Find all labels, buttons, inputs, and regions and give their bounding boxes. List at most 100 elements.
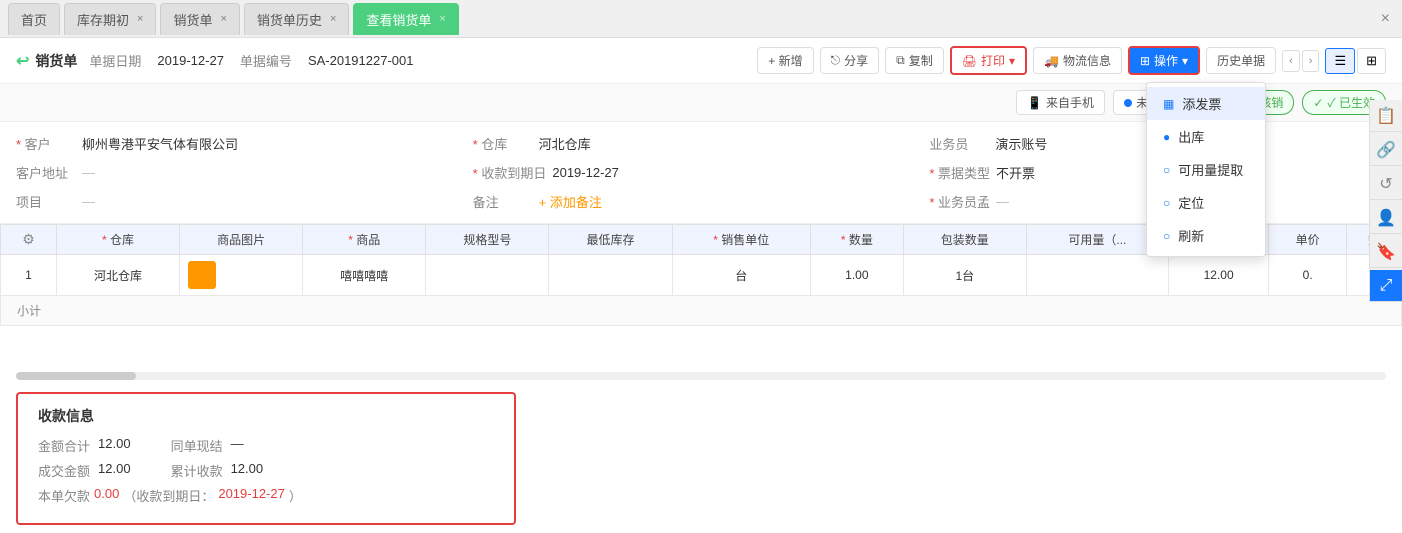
print-button[interactable]: 🖨 打印 ▾ [950,46,1027,75]
doc-title: ↩ 销货单 [16,51,77,71]
tab-sales-close[interactable]: × [220,13,226,25]
share-icon: ⎋ [831,53,841,68]
tab-sales[interactable]: 销货单 × [160,3,239,35]
total-amount-value: 12.00 [98,436,131,455]
ops-button[interactable]: ⊞ 操作 ▾ [1128,46,1200,75]
view-list-button[interactable]: ☰ [1325,48,1355,74]
ticket-dot-icon [1124,99,1132,107]
tab-home[interactable]: 首页 [8,3,60,35]
available-icon: ○ [1163,163,1170,177]
copy-icon: ⧉ [896,53,905,68]
product-image [188,261,216,289]
logistics-label: 物流信息 [1063,52,1111,69]
ops-item-outstock[interactable]: ● 出库 [1147,120,1265,153]
balance-value: 0.00 [94,486,119,505]
right-icon-panel: 📋 🔗 ↺ 👤 🔖 ⤢ [1369,100,1402,302]
available-label: 可用量提取 [1178,160,1243,179]
right-icon-4[interactable]: 👤 [1370,202,1402,234]
bottom-area: 收款信息 金额合计 12.00 同单现结 — 成交金额 12.00 [0,384,1402,533]
ops-label: 操作 [1154,52,1178,69]
col-price: 单价 [1269,225,1347,255]
cell-price: 0. [1269,255,1347,296]
address-label: 客户地址 [16,163,76,182]
nav-arrows: ‹ › [1282,50,1319,72]
payment-info: 收款信息 金额合计 12.00 同单现结 — 成交金额 12.00 [16,392,516,525]
cell-row-num: 1 [1,255,57,296]
right-icon-2[interactable]: 🔗 [1370,134,1402,166]
due-date-label: 收款到期日 [473,163,547,182]
project-label: 项目 [16,192,76,211]
payment-row-1: 金额合计 12.00 同单现结 — [38,436,494,455]
locate-label: 定位 [1178,193,1204,212]
ops-item-refresh[interactable]: ○ 刷新 [1147,219,1265,252]
col-min-stock: 最低库存 [549,225,672,255]
warehouse-label: 仓库 [473,134,533,153]
ysx-label: ✓ 已生效 [1327,94,1375,111]
history-label: 历史单据 [1217,52,1265,69]
tab-bar: 首页 库存期初 × 销货单 × 销货单历史 × 查看销货单 × × [0,0,1402,38]
col-spec: 规格型号 [426,225,549,255]
locate-icon: ○ [1163,196,1170,210]
add-button[interactable]: + 新增 [757,47,813,74]
note-label: 备注 [473,192,533,211]
transaction-field: 成交金额 12.00 [38,461,131,480]
warehouse-field: 仓库 河北仓库 [473,134,930,153]
history-button[interactable]: 历史单据 [1206,47,1276,74]
tab-view-sales-close[interactable]: × [439,13,445,25]
right-icon-5[interactable]: 🔖 [1370,236,1402,268]
balance-label: 本单欠款 [38,486,90,505]
share-button[interactable]: ⎋ 分享 [820,47,880,74]
col-warehouse: 仓库 [56,225,179,255]
main-area: ↩ 销货单 单据日期 2019-12-27 单据编号 SA-20191227-0… [0,38,1402,533]
doc-meta: 单据日期 2019-12-27 单据编号 SA-20191227-001 [89,51,413,70]
table-scrollbar-thumb[interactable] [16,372,136,380]
subtotal-label: 小计 [17,304,41,318]
ops-item-addinvoice[interactable]: ▦ 添发票 [1147,87,1265,120]
tab-inventory-label: 库存期初 [77,10,129,29]
balance-note: （收款到期日： [123,486,214,505]
window-close-button[interactable]: × [1377,6,1394,32]
tab-inventory[interactable]: 库存期初 × [64,3,156,35]
right-icon-6[interactable]: ⤢ [1370,270,1402,302]
doc-num-value: SA-20191227-001 [308,53,414,68]
tab-view-sales[interactable]: 查看销货单 × [353,3,458,35]
doc-header: ↩ 销货单 单据日期 2019-12-27 单据编号 SA-20191227-0… [0,38,1402,84]
prev-button[interactable]: ‹ [1282,50,1300,72]
address-value: — [82,165,473,180]
tab-view-sales-label: 查看销货单 [366,10,431,29]
tab-sales-history[interactable]: 销货单历史 × [244,3,349,35]
ops-item-available[interactable]: ○ 可用量提取 [1147,153,1265,186]
table-scrollbar[interactable] [16,372,1386,380]
payment-row-2: 成交金额 12.00 累计收款 12.00 [38,461,494,480]
print-label: 打印 [981,52,1005,69]
doc-date-value: 2019-12-27 [157,53,224,68]
payment-row-3: 本单欠款 0.00 （收款到期日： 2019-12-27 ） [38,486,494,505]
logistics-button[interactable]: 🚚 物流信息 [1033,47,1122,74]
tab-inventory-close[interactable]: × [137,13,143,25]
view-grid-button[interactable]: ⊞ [1357,48,1386,74]
col-pack-qty: 包装数量 [903,225,1026,255]
cumulative-label: 累计收款 [171,461,223,480]
col-product-img: 商品图片 [180,225,303,255]
col-gear[interactable]: ⚙ [1,225,57,255]
next-button[interactable]: › [1302,50,1320,72]
customer-value: 柳州粤港平安气体有限公司 [82,134,473,153]
mobile-button[interactable]: 📱 来自手机 [1016,90,1105,115]
right-icon-3[interactable]: ↺ [1370,168,1402,200]
addinvoice-label: 添发票 [1182,94,1221,113]
tab-sales-history-close[interactable]: × [330,13,336,25]
same-order-field: 同单现结 — [171,436,244,455]
tab-sales-label: 销货单 [173,10,212,29]
ops-item-locate[interactable]: ○ 定位 [1147,186,1265,219]
cell-spec [426,255,549,296]
staff-label: 业务员 [929,134,989,153]
add-note-button[interactable]: + 添加备注 [539,192,930,211]
doc-type-label: 销货单 [35,51,77,71]
copy-button[interactable]: ⧉ 复制 [885,47,944,74]
refresh-icon: ○ [1163,229,1170,243]
transaction-value: 12.00 [98,461,131,480]
note-field: 备注 + 添加备注 [473,192,930,211]
right-icon-1[interactable]: 📋 [1370,100,1402,132]
mobile-label: 来自手机 [1046,94,1094,111]
ticket-type-label: 票据类型 [929,163,990,182]
